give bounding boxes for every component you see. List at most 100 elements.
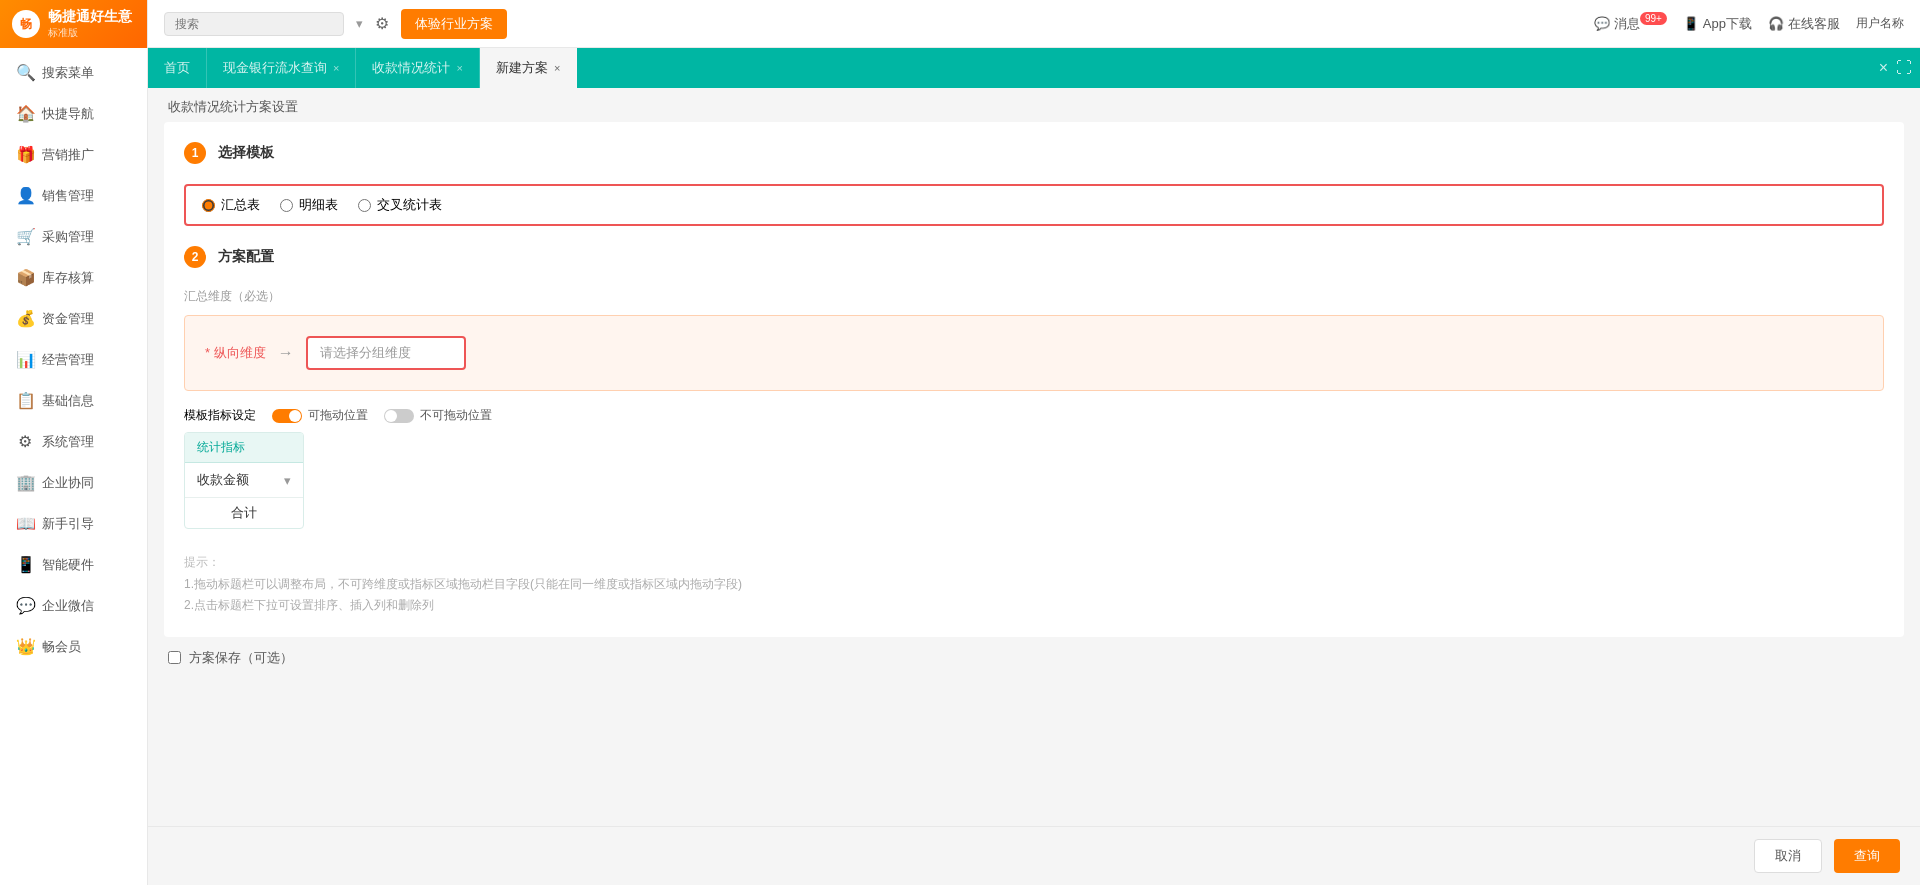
sidebar-icon-quick-nav: 🏠 — [16, 104, 34, 123]
sidebar-label-search-menu: 搜索菜单 — [42, 64, 94, 82]
search-input[interactable] — [164, 12, 344, 36]
draggable-toggle[interactable]: 可拖动位置 — [272, 407, 368, 424]
page-header-title: 收款情况统计方案设置 — [168, 99, 298, 114]
sidebar: 畅 畅捷通好生意 标准版 🔍 搜索菜单 🏠 快捷导航 🎁 营销推广 👤 销售管理… — [0, 0, 148, 885]
sidebar-label-system: 系统管理 — [42, 433, 94, 451]
logo-badge: 标准版 — [48, 26, 132, 40]
radio-summary[interactable]: 汇总表 — [202, 196, 260, 214]
sidebar-icon-operations: 📊 — [16, 350, 34, 369]
step1-label: 选择模板 — [218, 144, 274, 162]
metrics-table: 统计指标 收款金额 ▾ 合计 — [184, 432, 304, 529]
metrics-total-row: 合计 — [185, 497, 303, 528]
template-radio-group: 汇总表 明细表 交叉统计表 — [202, 196, 442, 214]
sidebar-label-basic-info: 基础信息 — [42, 392, 94, 410]
radio-detail-input[interactable] — [280, 199, 293, 212]
save-checkbox[interactable] — [168, 651, 181, 664]
sidebar-item-inventory[interactable]: 📦 库存核算 — [0, 257, 147, 298]
message-badge: 99+ — [1640, 12, 1667, 25]
tab-bar: 首页 现金银行流水查询 × 收款情况统计 × 新建方案 × × ⛶ — [148, 48, 1920, 88]
step2-badge: 2 — [184, 246, 206, 268]
sidebar-icon-purchase: 🛒 — [16, 227, 34, 246]
message-icon: 💬 — [1594, 16, 1610, 31]
sidebar-icon-member: 👑 — [16, 637, 34, 656]
sidebar-item-guide[interactable]: 📖 新手引导 — [0, 503, 147, 544]
dimension-title: 汇总维度（必选） — [184, 288, 1884, 305]
message-label: 消息 — [1614, 15, 1640, 33]
metrics-settings-label: 模板指标设定 — [184, 407, 256, 424]
metrics-table-header: 统计指标 — [185, 433, 303, 463]
step2-row: 2 方案配置 — [184, 246, 1884, 268]
sidebar-item-system[interactable]: ⚙ 系统管理 — [0, 421, 147, 462]
user-name: 用户名称 — [1856, 15, 1904, 32]
non-draggable-toggle-pill[interactable] — [384, 409, 414, 423]
dimension-area: * 纵向维度 → 请选择分组维度 — [184, 315, 1884, 391]
sidebar-item-smart-hw[interactable]: 📱 智能硬件 — [0, 544, 147, 585]
sidebar-label-finance: 资金管理 — [42, 310, 94, 328]
metrics-cell-amount[interactable]: 收款金额 ▾ — [185, 463, 303, 497]
save-option: 方案保存（可选） — [148, 637, 1920, 679]
main-area: ▾ ⚙ 体验行业方案 💬 消息 99+ 📱 App下载 🎧 在线客服 用户名称 … — [148, 0, 1920, 885]
tips-title: 提示： — [184, 555, 220, 569]
radio-detail[interactable]: 明细表 — [280, 196, 338, 214]
dimension-select[interactable]: 请选择分组维度 — [306, 336, 466, 370]
page-body: 1 选择模板 汇总表 明细表 交叉统计表 — [164, 122, 1904, 637]
sidebar-label-sales: 销售管理 — [42, 187, 94, 205]
sidebar-item-member[interactable]: 👑 畅会员 — [0, 626, 147, 667]
tab-new-plan[interactable]: 新建方案 × — [480, 48, 577, 88]
tips-line2: 2.点击标题栏下拉可设置排序、插入列和删除列 — [184, 595, 1884, 617]
topbar-right: 💬 消息 99+ 📱 App下载 🎧 在线客服 用户名称 — [1594, 15, 1904, 33]
logo-icon: 畅 — [12, 10, 40, 38]
sidebar-label-guide: 新手引导 — [42, 515, 94, 533]
sidebar-item-enterprise[interactable]: 🏢 企业协同 — [0, 462, 147, 503]
tab-home[interactable]: 首页 — [148, 48, 207, 88]
dimension-row: * 纵向维度 → 请选择分组维度 — [205, 336, 1863, 370]
sidebar-item-search-menu[interactable]: 🔍 搜索菜单 — [0, 52, 147, 93]
online-service-btn[interactable]: 🎧 在线客服 — [1768, 15, 1840, 33]
tab-maximize-icon[interactable]: ⛶ — [1896, 59, 1912, 77]
query-button[interactable]: 查询 — [1834, 839, 1900, 873]
radio-cross[interactable]: 交叉统计表 — [358, 196, 442, 214]
tab-bank-flow-label: 现金银行流水查询 — [223, 59, 327, 77]
service-label: 在线客服 — [1788, 15, 1840, 33]
sidebar-item-quick-nav[interactable]: 🏠 快捷导航 — [0, 93, 147, 134]
sidebar-label-operations: 经营管理 — [42, 351, 94, 369]
tab-receipt-stat-label: 收款情况统计 — [372, 59, 450, 77]
sidebar-item-sales[interactable]: 👤 销售管理 — [0, 175, 147, 216]
message-btn[interactable]: 💬 消息 99+ — [1594, 15, 1667, 33]
tab-new-plan-label: 新建方案 — [496, 59, 548, 77]
sidebar-item-purchase[interactable]: 🛒 采购管理 — [0, 216, 147, 257]
topbar-dropdown-arrow[interactable]: ▾ — [356, 16, 363, 31]
sidebar-icon-inventory: 📦 — [16, 268, 34, 287]
step2-label: 方案配置 — [218, 248, 274, 266]
radio-cross-label: 交叉统计表 — [377, 196, 442, 214]
cancel-button[interactable]: 取消 — [1754, 839, 1822, 873]
radio-cross-input[interactable] — [358, 199, 371, 212]
tab-bank-flow[interactable]: 现金银行流水查询 × — [207, 48, 356, 88]
sidebar-item-finance[interactable]: 💰 资金管理 — [0, 298, 147, 339]
vertical-dimension-label: * 纵向维度 — [205, 344, 266, 362]
app-download-btn[interactable]: 📱 App下载 — [1683, 15, 1752, 33]
sidebar-item-operations[interactable]: 📊 经营管理 — [0, 339, 147, 380]
sidebar-icon-finance: 💰 — [16, 309, 34, 328]
service-icon: 🎧 — [1768, 16, 1784, 31]
step1-badge: 1 — [184, 142, 206, 164]
sidebar-item-basic-info[interactable]: 📋 基础信息 — [0, 380, 147, 421]
sidebar-item-wechat[interactable]: 💬 企业微信 — [0, 585, 147, 626]
settings-icon[interactable]: ⚙ — [375, 14, 389, 33]
tab-new-plan-close[interactable]: × — [554, 62, 560, 74]
sidebar-logo: 畅 畅捷通好生意 标准版 — [0, 0, 147, 48]
tab-receipt-stat-close[interactable]: × — [456, 62, 462, 74]
radio-summary-input[interactable] — [202, 199, 215, 212]
tips-section: 提示： 1.拖动标题栏可以调整布局，不可跨维度或指标区域拖动栏目字段(只能在同一… — [184, 552, 1884, 617]
tab-receipt-stat[interactable]: 收款情况统计 × — [356, 48, 479, 88]
sidebar-item-marketing[interactable]: 🎁 营销推广 — [0, 134, 147, 175]
tab-close-all-icon[interactable]: × — [1879, 59, 1888, 77]
draggable-toggle-pill[interactable] — [272, 409, 302, 423]
industry-solution-button[interactable]: 体验行业方案 — [401, 9, 507, 39]
non-draggable-toggle[interactable]: 不可拖动位置 — [384, 407, 492, 424]
tab-bank-flow-close[interactable]: × — [333, 62, 339, 74]
content-area: 收款情况统计方案设置 1 选择模板 汇总表 明细表 — [148, 88, 1920, 826]
metric-dropdown-icon[interactable]: ▾ — [284, 473, 291, 488]
tab-home-label: 首页 — [164, 59, 190, 77]
metrics-header: 模板指标设定 可拖动位置 不可拖动位置 — [184, 407, 1884, 424]
